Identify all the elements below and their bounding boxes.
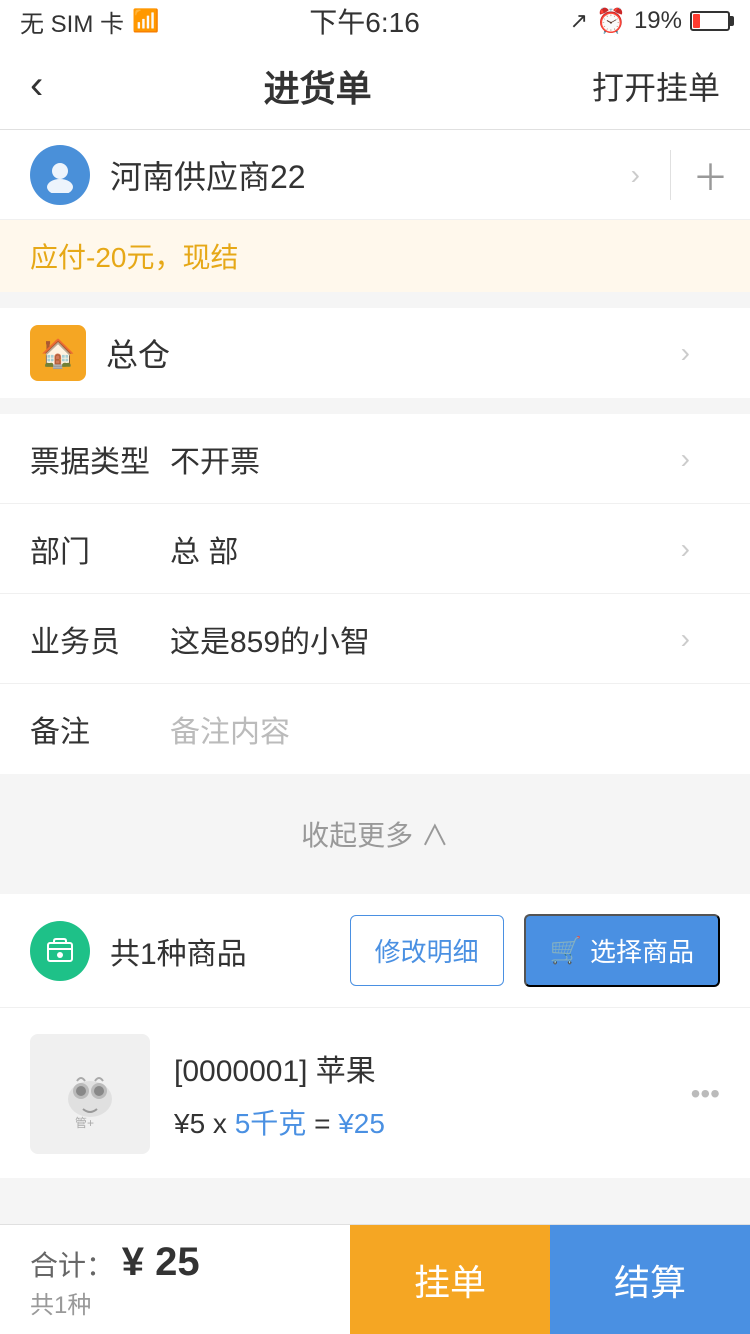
equals-sign: = <box>314 1108 338 1139</box>
invoice-chevron-icon: › <box>681 443 690 475</box>
total-sub: 共1种 <box>30 1285 320 1320</box>
product-thumbnail: 管+ <box>30 1034 150 1154</box>
salesperson-label: 业务员 <box>30 617 170 661</box>
product-title: 苹果 <box>316 1055 376 1088</box>
department-label: 部门 <box>30 527 170 571</box>
warehouse-chevron-icon: › <box>681 337 690 369</box>
salesperson-chevron-icon: › <box>681 623 690 655</box>
supplier-chevron-icon: › <box>631 159 640 191</box>
warehouse-icon: 🏠 <box>30 325 86 381</box>
supplier-row[interactable]: 河南供应商22 › ＋ <box>0 130 750 220</box>
remark-input[interactable]: 备注内容 <box>170 707 720 751</box>
product-price: ¥5 x 5千克 = ¥25 <box>174 1102 691 1142</box>
invoice-type-label: 票据类型 <box>30 437 170 481</box>
invoice-type-value: 不开票 <box>170 437 681 481</box>
warehouse-row[interactable]: 🏠 总仓 › <box>0 308 750 398</box>
info-banner: 应付-20元，现结 <box>0 220 750 292</box>
salesperson-value: 这是859的小智 <box>170 617 681 661</box>
supplier-section: 河南供应商22 › ＋ 应付-20元，现结 <box>0 130 750 292</box>
total-row: 合计： ¥ 25 <box>30 1240 320 1285</box>
department-value: 总 部 <box>170 527 681 571</box>
supplier-name: 河南供应商22 <box>110 152 631 198</box>
products-icon <box>30 921 90 981</box>
carrier-text: 无 SIM 卡 <box>20 4 124 39</box>
status-bar: 无 SIM 卡 📶 下午6:16 ↗ ⏰ 19% <box>0 0 750 42</box>
location-icon: ↗ <box>570 8 588 34</box>
battery-icon <box>690 11 730 31</box>
products-header: 共1种商品 修改明细 🛒 选择商品 <box>0 894 750 1008</box>
total-label: 合计： <box>30 1250 114 1281</box>
status-bar-right: ↗ ⏰ 19% <box>570 7 730 36</box>
supplier-avatar <box>30 145 90 205</box>
modify-detail-button[interactable]: 修改明细 <box>350 915 504 986</box>
warehouse-name: 总仓 <box>106 330 681 376</box>
wifi-icon: 📶 <box>132 8 159 34</box>
products-section: 共1种商品 修改明细 🛒 选择商品 <box>0 894 750 1178</box>
open-pending-button[interactable]: 打开挂单 <box>592 63 720 109</box>
collapse-button[interactable]: 收起更多 ∧ <box>0 790 750 878</box>
bottom-bar: 合计： ¥ 25 共1种 挂单 结算 <box>0 1224 750 1334</box>
product-name: [0000001] 苹果 <box>174 1046 691 1090</box>
status-bar-left: 无 SIM 卡 📶 <box>20 4 159 39</box>
quantity: 5千克 <box>235 1108 307 1139</box>
remark-label: 备注 <box>30 707 170 751</box>
product-menu-button[interactable]: ••• <box>691 1078 720 1110</box>
subtotal: ¥25 <box>338 1108 385 1139</box>
select-product-button[interactable]: 🛒 选择商品 <box>524 914 720 987</box>
department-chevron-icon: › <box>681 533 690 565</box>
remark-row[interactable]: 备注 备注内容 <box>0 684 750 774</box>
product-info: [0000001] 苹果 ¥5 x 5千克 = ¥25 <box>174 1046 691 1142</box>
warehouse-section: 🏠 总仓 › <box>0 308 750 398</box>
svg-text:管+: 管+ <box>75 1115 94 1129</box>
product-logo: 管+ <box>50 1054 130 1134</box>
cart-icon: 🛒 <box>550 935 582 966</box>
total-amount: ¥ 25 <box>122 1240 200 1284</box>
pending-button[interactable]: 挂单 <box>350 1225 550 1334</box>
department-row[interactable]: 部门 总 部 › <box>0 504 750 594</box>
nav-bar: ‹ 进货单 打开挂单 <box>0 42 750 130</box>
unit-price: ¥5 x <box>174 1108 235 1139</box>
form-section: 票据类型 不开票 › 部门 总 部 › 业务员 这是859的小智 › 备注 备注… <box>0 414 750 774</box>
page-title: 进货单 <box>264 60 372 112</box>
select-product-label: 选择商品 <box>590 932 694 969</box>
add-supplier-button[interactable]: ＋ <box>670 150 720 200</box>
back-button[interactable]: ‹ <box>30 63 43 108</box>
alarm-icon: ⏰ <box>596 7 626 36</box>
salesperson-row[interactable]: 业务员 这是859的小智 › <box>0 594 750 684</box>
product-item: 管+ [0000001] 苹果 ¥5 x 5千克 = ¥25 ••• <box>0 1010 750 1178</box>
total-section: 合计： ¥ 25 共1种 <box>0 1240 350 1320</box>
content-area: 河南供应商22 › ＋ 应付-20元，现结 🏠 总仓 › 票据类型 不开票 › … <box>0 130 750 1314</box>
invoice-type-row[interactable]: 票据类型 不开票 › <box>0 414 750 504</box>
product-count-text: 共1种商品 <box>110 929 330 973</box>
product-code: [0000001] <box>174 1055 316 1088</box>
checkout-button[interactable]: 结算 <box>550 1225 750 1334</box>
status-bar-time: 下午6:16 <box>309 1 420 41</box>
battery-percent: 19% <box>634 7 682 35</box>
